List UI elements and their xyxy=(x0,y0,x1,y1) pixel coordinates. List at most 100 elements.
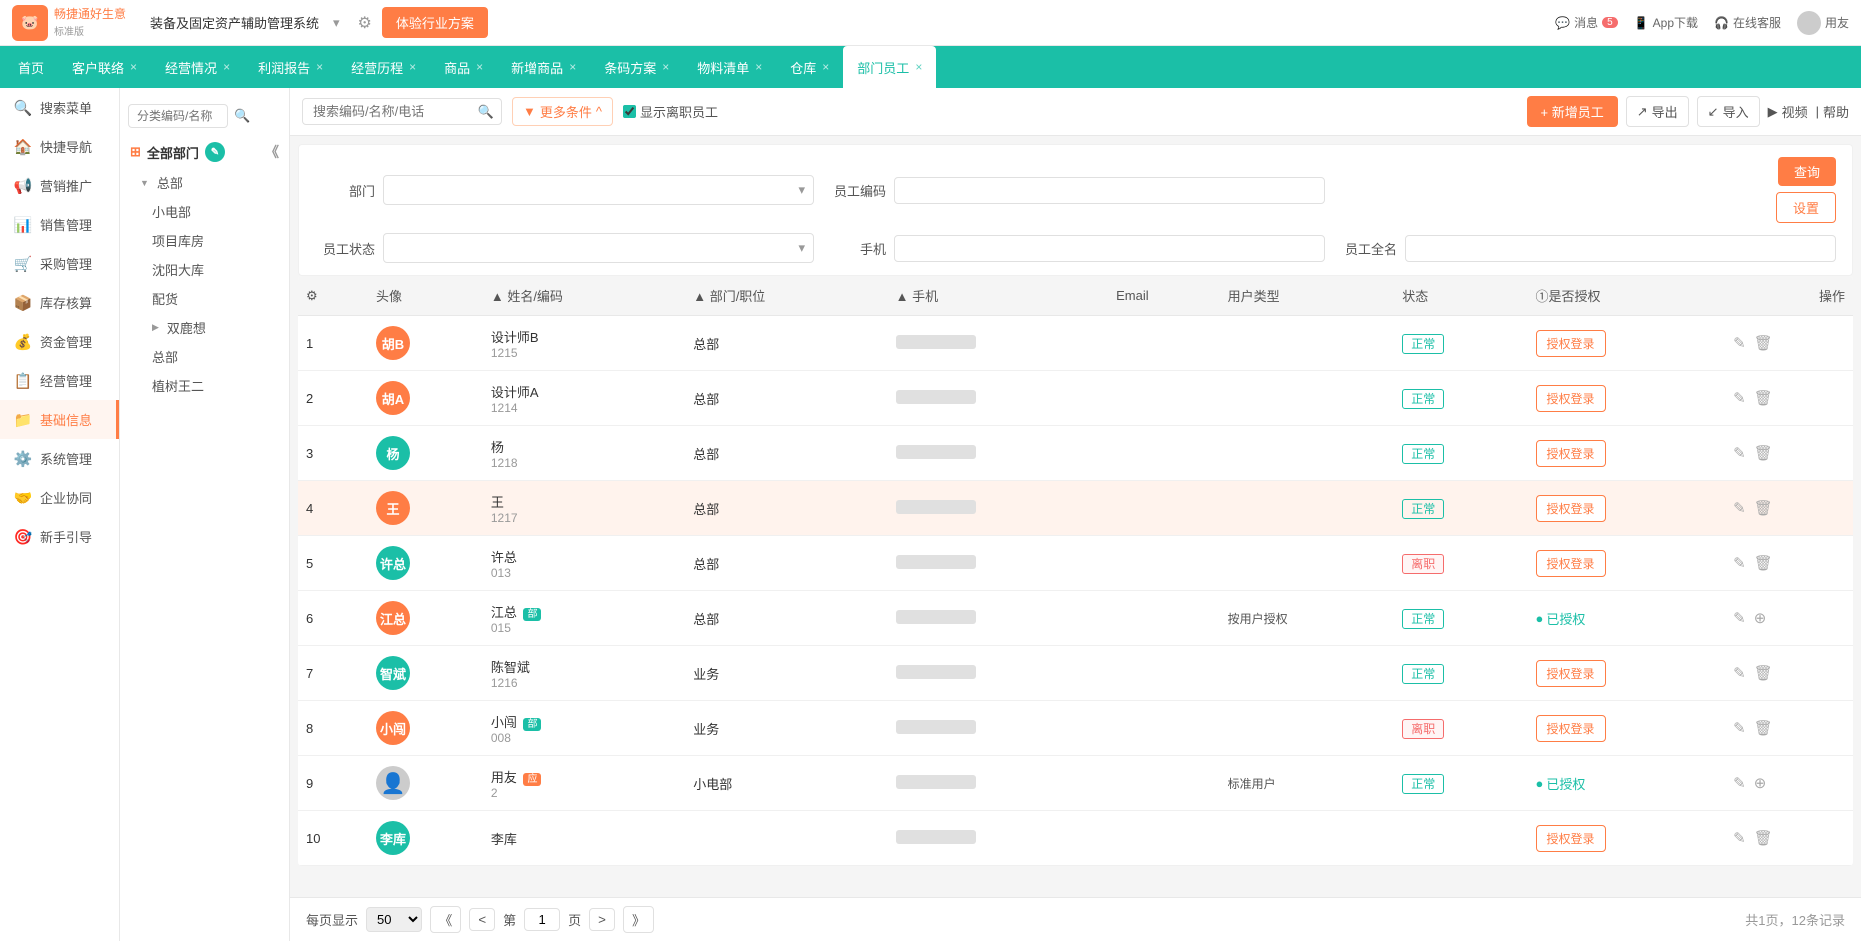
edit-icon[interactable]: ✎ xyxy=(1733,829,1746,847)
edit-icon[interactable]: ✎ xyxy=(1733,499,1746,517)
tab-history[interactable]: 经营历程× xyxy=(337,46,430,88)
dept-node-shenyang[interactable]: 沈阳大库 xyxy=(120,255,289,284)
tab-warehouse[interactable]: 仓库× xyxy=(776,46,843,88)
auth-button[interactable]: 授权登录 xyxy=(1536,715,1606,742)
tab-home[interactable]: 首页 xyxy=(4,46,58,88)
trial-button[interactable]: 体验行业方案 xyxy=(382,7,488,38)
query-button[interactable]: 查询 xyxy=(1778,157,1836,186)
tab-close-bom[interactable]: × xyxy=(755,60,762,74)
delete-icon[interactable]: 🗑 xyxy=(1754,334,1773,352)
tab-close-barcode[interactable]: × xyxy=(662,60,669,74)
tab-operation[interactable]: 经营情况× xyxy=(151,46,244,88)
view-button[interactable]: ▶ 视频 xyxy=(1768,102,1808,121)
dept-edit-icon[interactable]: ✎ xyxy=(205,142,225,162)
auth-button[interactable]: 授权登录 xyxy=(1536,825,1606,852)
auth-button[interactable]: 授权登录 xyxy=(1536,330,1606,357)
delete-icon[interactable]: 🗑 xyxy=(1754,664,1773,682)
sidebar-item-finance[interactable]: 💰 资金管理 xyxy=(0,322,119,361)
export-button[interactable]: ↗ 导出 xyxy=(1626,96,1689,127)
page-size-select[interactable]: 50 20 100 xyxy=(366,907,422,932)
message-button[interactable]: 💬 消息 5 xyxy=(1555,14,1618,31)
tab-close-customer[interactable]: × xyxy=(130,60,137,74)
employee-name-input[interactable] xyxy=(1405,235,1836,262)
auth-button[interactable]: 授权登录 xyxy=(1536,440,1606,467)
col-settings[interactable]: ⚙ xyxy=(298,276,368,316)
employee-search-input[interactable] xyxy=(302,98,502,125)
phone-input[interactable] xyxy=(894,235,1325,262)
edit-icon[interactable]: ✎ xyxy=(1733,664,1746,682)
col-dept[interactable]: ▲ 部门/职位 xyxy=(685,276,887,316)
tab-profit[interactable]: 利润报告× xyxy=(244,46,337,88)
tab-barcode[interactable]: 条码方案× xyxy=(590,46,683,88)
prev-page-button[interactable]: < xyxy=(469,908,495,931)
first-page-button[interactable]: 《 xyxy=(430,906,461,933)
auth-button[interactable]: 授权登录 xyxy=(1536,660,1606,687)
tab-employee[interactable]: 部门员工× xyxy=(843,46,936,88)
page-number-input[interactable] xyxy=(524,908,560,931)
app-download-button[interactable]: 📱 App下载 xyxy=(1634,14,1698,31)
delete-icon[interactable]: 🗑 xyxy=(1754,554,1773,572)
tab-new-product[interactable]: 新增商品× xyxy=(497,46,590,88)
tab-close-new-product[interactable]: × xyxy=(569,60,576,74)
tab-product[interactable]: 商品× xyxy=(430,46,497,88)
delete-icon[interactable]: 🗑 xyxy=(1754,499,1773,517)
delete-icon[interactable]: 🗑 xyxy=(1754,829,1773,847)
auth-button[interactable]: 授权登录 xyxy=(1536,495,1606,522)
copy-icon[interactable]: ⊕ xyxy=(1754,774,1767,792)
employee-code-input[interactable] xyxy=(894,177,1325,204)
delete-icon[interactable]: 🗑 xyxy=(1754,719,1773,737)
tab-customer[interactable]: 客户联络× xyxy=(58,46,151,88)
edit-icon[interactable]: ✎ xyxy=(1733,609,1746,627)
sidebar-item-management[interactable]: 📋 经营管理 xyxy=(0,361,119,400)
set-button[interactable]: 设置 xyxy=(1776,192,1836,223)
tab-bom[interactable]: 物料清单× xyxy=(683,46,776,88)
auth-button[interactable]: 授权登录 xyxy=(1536,385,1606,412)
delete-icon[interactable]: 🗑 xyxy=(1754,389,1773,407)
sidebar-item-search[interactable]: 🔍 搜索菜单 xyxy=(0,88,119,127)
dept-search-icon[interactable]: 🔍 xyxy=(234,108,250,124)
tab-close-warehouse[interactable]: × xyxy=(822,60,829,74)
dept-filter-select[interactable]: ▾ xyxy=(383,175,814,205)
col-name[interactable]: ▲ 姓名/编码 xyxy=(483,276,685,316)
help-button[interactable]: | 帮助 xyxy=(1816,102,1849,121)
edit-icon[interactable]: ✎ xyxy=(1733,389,1746,407)
edit-icon[interactable]: ✎ xyxy=(1733,719,1746,737)
edit-icon[interactable]: ✎ xyxy=(1733,444,1746,462)
sidebar-item-collab[interactable]: 🤝 企业协同 xyxy=(0,478,119,517)
sidebar-item-stock[interactable]: 📦 库存核算 xyxy=(0,283,119,322)
dept-node-doubleluxiang[interactable]: 双鹿想 xyxy=(120,313,289,342)
tab-close-operation[interactable]: × xyxy=(223,60,230,74)
sidebar-item-guide[interactable]: 🎯 新手引导 xyxy=(0,517,119,556)
chevron-down-icon[interactable]: ▾ xyxy=(333,15,340,31)
tab-close-product[interactable]: × xyxy=(476,60,483,74)
next-page-button[interactable]: > xyxy=(589,908,615,931)
show-resigned-label[interactable]: 显示离职员工 xyxy=(623,102,718,121)
status-filter-select[interactable]: ▾ xyxy=(383,233,814,263)
col-phone[interactable]: ▲ 手机 xyxy=(888,276,1109,316)
tab-close-employee[interactable]: × xyxy=(915,60,922,74)
sidebar-item-basic[interactable]: 📁 基础信息 xyxy=(0,400,119,439)
add-employee-button[interactable]: + 新增员工 xyxy=(1527,96,1618,127)
more-filter-button[interactable]: ▼ 更多条件 ^ xyxy=(512,97,613,126)
dept-node-small-electronics[interactable]: 小电部 xyxy=(120,197,289,226)
dept-node-project-storage[interactable]: 项目库房 xyxy=(120,226,289,255)
auth-button[interactable]: 授权登录 xyxy=(1536,550,1606,577)
settings-icon[interactable]: ⚙ xyxy=(358,13,372,33)
user-button[interactable]: 用友 xyxy=(1797,11,1849,35)
sidebar-item-marketing[interactable]: 📢 营销推广 xyxy=(0,166,119,205)
dept-search-input[interactable] xyxy=(128,104,228,128)
delete-icon[interactable]: 🗑 xyxy=(1754,444,1773,462)
show-resigned-checkbox[interactable] xyxy=(623,105,636,118)
online-service-button[interactable]: 🎧 在线客服 xyxy=(1714,14,1781,31)
dept-node-hq2[interactable]: 总部 xyxy=(120,342,289,371)
collapse-icon[interactable]: 《 xyxy=(265,142,279,162)
edit-icon[interactable]: ✎ xyxy=(1733,774,1746,792)
sidebar-item-sales[interactable]: 📊 销售管理 xyxy=(0,205,119,244)
copy-icon[interactable]: ⊕ xyxy=(1754,609,1767,627)
sidebar-item-purchase[interactable]: 🛒 采购管理 xyxy=(0,244,119,283)
dept-node-delivery[interactable]: 配货 xyxy=(120,284,289,313)
sidebar-item-system[interactable]: ⚙️ 系统管理 xyxy=(0,439,119,478)
tab-close-history[interactable]: × xyxy=(409,60,416,74)
last-page-button[interactable]: 》 xyxy=(623,906,654,933)
edit-icon[interactable]: ✎ xyxy=(1733,334,1746,352)
